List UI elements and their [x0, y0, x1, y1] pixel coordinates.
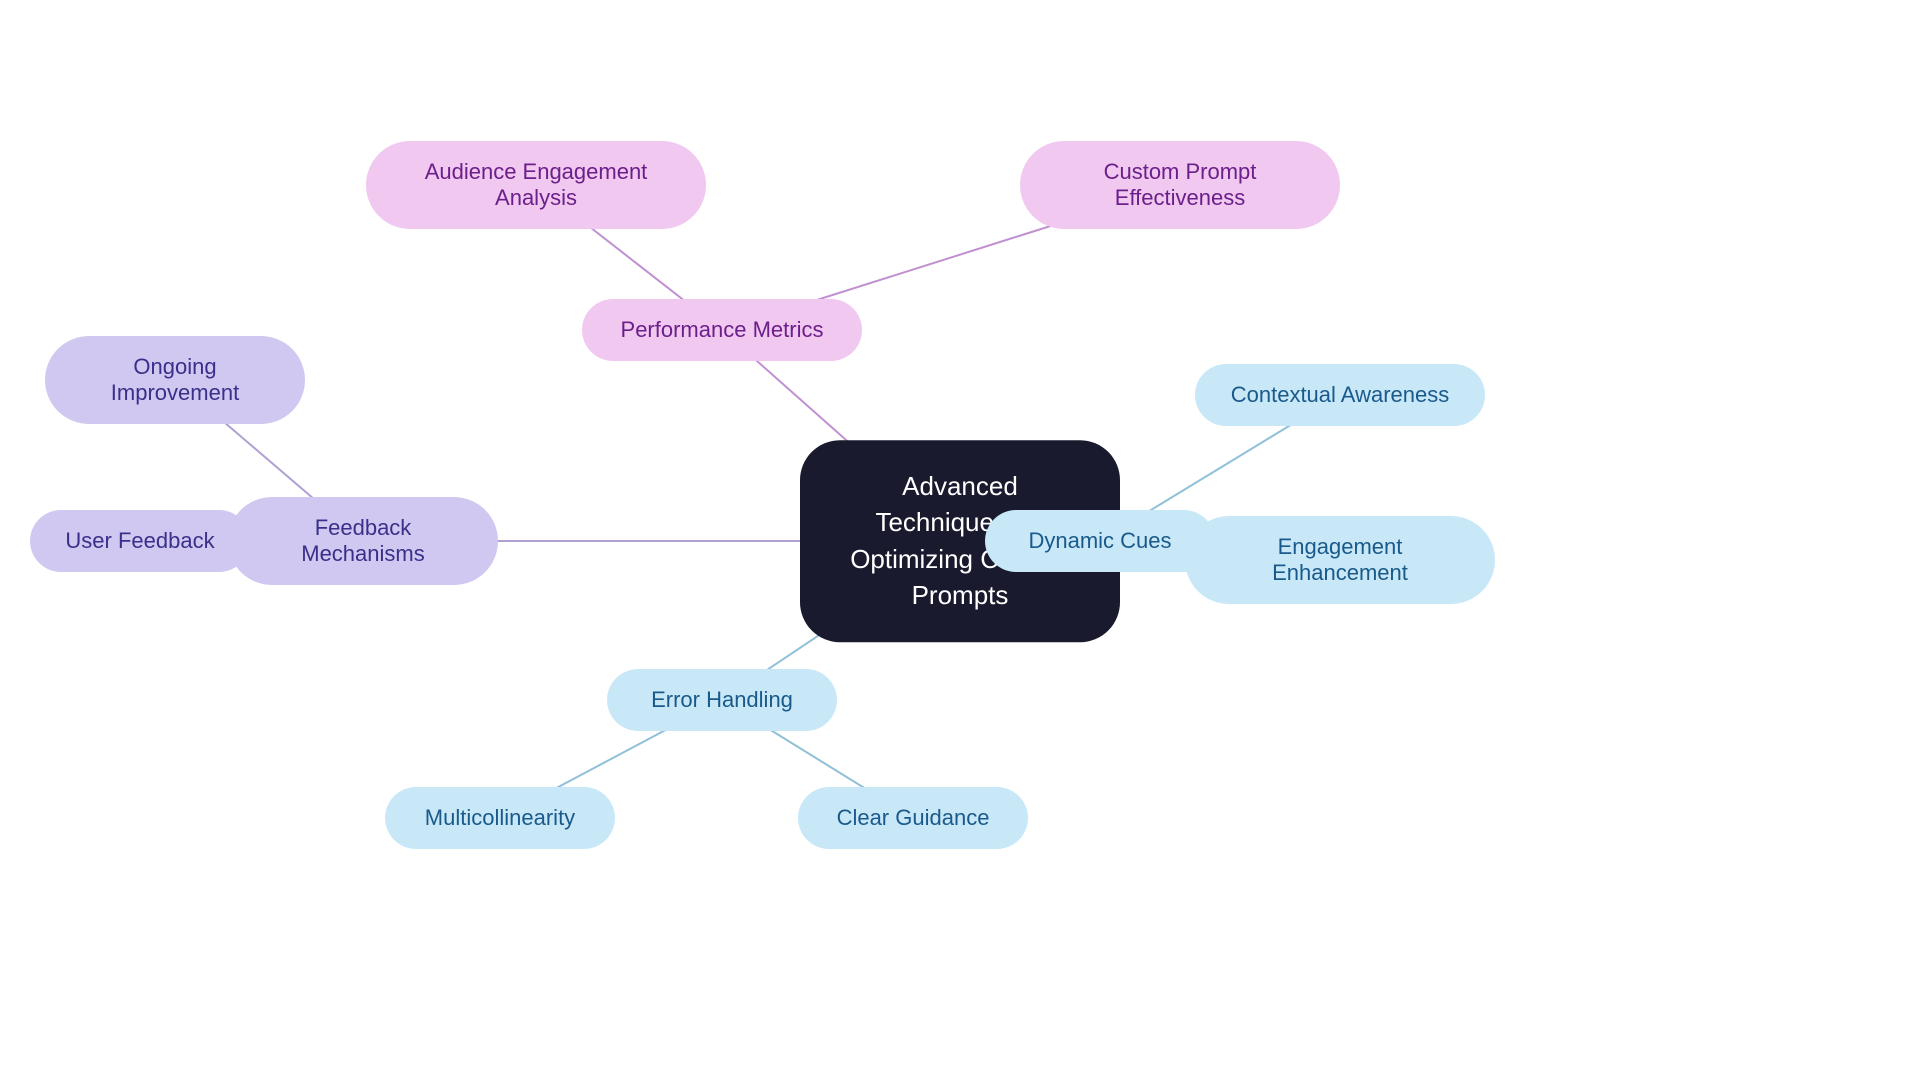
node-clear-guidance[interactable]: Clear Guidance [798, 787, 1028, 849]
mindmap-container: Advanced Techniques for Optimizing Custo… [0, 0, 1920, 1083]
node-audience-engagement[interactable]: Audience Engagement Analysis [366, 141, 706, 229]
node-dynamic-cues[interactable]: Dynamic Cues [985, 510, 1215, 572]
node-multicollinearity[interactable]: Multicollinearity [385, 787, 615, 849]
node-performance-metrics[interactable]: Performance Metrics [582, 299, 862, 361]
node-engagement-enhancement[interactable]: Engagement Enhancement [1185, 516, 1495, 604]
node-error-handling[interactable]: Error Handling [607, 669, 837, 731]
node-feedback-mechanisms[interactable]: Feedback Mechanisms [228, 497, 498, 585]
node-custom-prompt-effectiveness[interactable]: Custom Prompt Effectiveness [1020, 141, 1340, 229]
node-ongoing-improvement[interactable]: Ongoing Improvement [45, 336, 305, 424]
node-user-feedback[interactable]: User Feedback [30, 510, 250, 572]
node-contextual-awareness[interactable]: Contextual Awareness [1195, 364, 1485, 426]
